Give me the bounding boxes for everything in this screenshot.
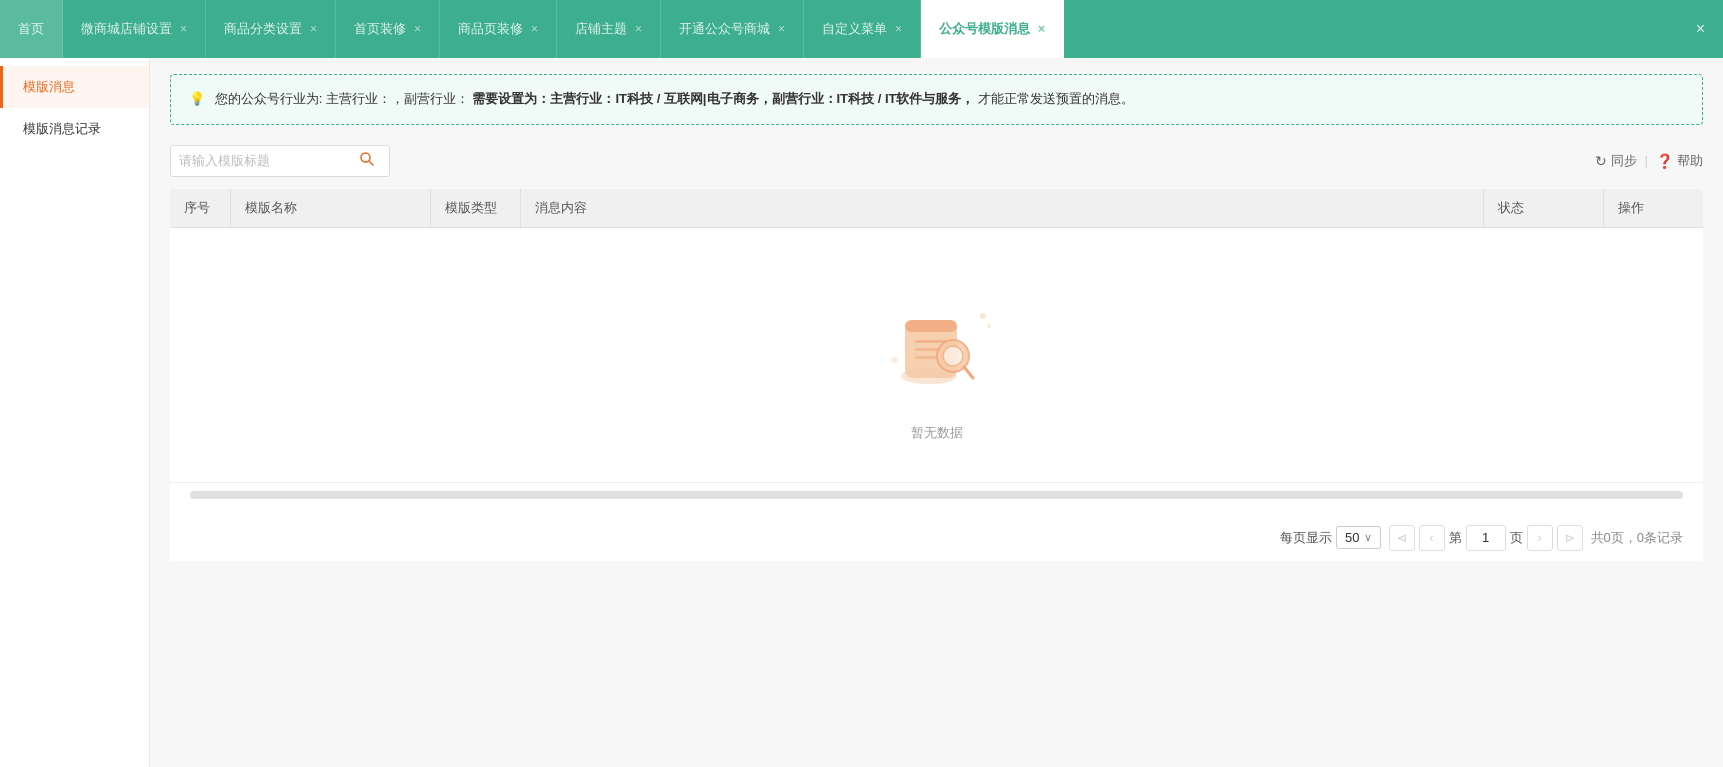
page-size-label: 每页显示 bbox=[1280, 529, 1332, 547]
svg-rect-7 bbox=[915, 356, 937, 359]
svg-point-11 bbox=[980, 313, 986, 319]
tab-wsc-settings-label: 微商城店铺设置 bbox=[81, 20, 172, 38]
tab-shop-theme[interactable]: 店铺主题 × bbox=[557, 0, 661, 58]
close-tab-wsc-settings[interactable]: × bbox=[180, 22, 187, 36]
sync-button[interactable]: ↻ 同步 bbox=[1595, 152, 1637, 170]
svg-line-10 bbox=[964, 367, 973, 378]
close-tab-product-category[interactable]: × bbox=[310, 22, 317, 36]
notice-box: 💡 您的公众号行业为: 主营行业：，副营行业： 需要设置为：主营行业：IT科技 … bbox=[170, 74, 1703, 125]
page-size-value: 50 bbox=[1345, 530, 1359, 545]
notice-prefix: 您的公众号行业为: 主营行业：，副营行业： bbox=[215, 91, 469, 106]
content-area: 💡 您的公众号行业为: 主营行业：，副营行业： 需要设置为：主营行业：IT科技 … bbox=[150, 58, 1723, 767]
col-index: 序号 bbox=[170, 189, 230, 228]
tab-open-mall[interactable]: 开通公众号商城 × bbox=[661, 0, 804, 58]
sidebar-item-template-log[interactable]: 模版消息记录 bbox=[0, 108, 149, 150]
next-page-icon: › bbox=[1538, 531, 1542, 545]
page-size-select: 每页显示 50 ∨ bbox=[1280, 526, 1380, 549]
help-button[interactable]: ❓ 帮助 bbox=[1656, 152, 1703, 170]
action-links: ↻ 同步 | ❓ 帮助 bbox=[1595, 152, 1703, 170]
main-layout: 模版消息 模版消息记录 💡 您的公众号行业为: 主营行业：，副营行业： 需要设置… bbox=[0, 58, 1723, 767]
empty-illustration bbox=[877, 288, 997, 408]
pagination-row: 每页显示 50 ∨ ⊲ ‹ 第 页 bbox=[170, 515, 1703, 561]
data-table: 序号 模版名称 模版类型 消息内容 状态 操作 bbox=[170, 189, 1703, 228]
search-icon[interactable] bbox=[359, 151, 375, 170]
svg-rect-4 bbox=[905, 320, 957, 332]
page-nav: ⊲ ‹ 第 页 › ⊳ bbox=[1389, 525, 1583, 551]
col-type: 模版类型 bbox=[430, 189, 520, 228]
fake-scrollbar[interactable] bbox=[190, 491, 1683, 499]
table-header-row: 序号 模版名称 模版类型 消息内容 状态 操作 bbox=[170, 189, 1703, 228]
tab-shop-theme-label: 店铺主题 bbox=[575, 20, 627, 38]
last-page-icon: ⊳ bbox=[1565, 531, 1575, 545]
svg-rect-5 bbox=[915, 340, 947, 343]
scrollbar-area bbox=[170, 482, 1703, 515]
svg-point-13 bbox=[892, 357, 898, 363]
notice-highlight: 需要设置为：主营行业：IT科技 / 互联网|电子商务，副营行业：IT科技 / I… bbox=[472, 91, 974, 106]
tab-template-msg[interactable]: 公众号模版消息 × bbox=[921, 0, 1064, 58]
tab-home-decor[interactable]: 首页装修 × bbox=[336, 0, 440, 58]
help-label: 帮助 bbox=[1677, 152, 1703, 170]
empty-text: 暂无数据 bbox=[911, 424, 963, 442]
tab-bar: 首页 微商城店铺设置 × 商品分类设置 × 首页装修 × 商品页装修 × 店铺主… bbox=[0, 0, 1723, 58]
search-input-wrap[interactable] bbox=[170, 145, 390, 177]
sync-icon: ↻ bbox=[1595, 153, 1607, 169]
search-row: ↻ 同步 | ❓ 帮助 bbox=[170, 145, 1703, 177]
close-tab-custom-menu[interactable]: × bbox=[895, 22, 902, 36]
tab-product-category[interactable]: 商品分类设置 × bbox=[206, 0, 336, 58]
close-tab-home-decor[interactable]: × bbox=[414, 22, 421, 36]
tab-product-category-label: 商品分类设置 bbox=[224, 20, 302, 38]
close-tab-open-mall[interactable]: × bbox=[778, 22, 785, 36]
col-status: 状态 bbox=[1483, 189, 1603, 228]
page-size-dropdown-icon: ∨ bbox=[1364, 531, 1372, 544]
tab-custom-menu-label: 自定义菜单 bbox=[822, 20, 887, 38]
prev-page-icon: ‹ bbox=[1430, 531, 1434, 545]
next-page-button[interactable]: › bbox=[1527, 525, 1553, 551]
close-tab-template-msg[interactable]: × bbox=[1038, 22, 1045, 36]
table-wrapper: 序号 模版名称 模版类型 消息内容 状态 操作 bbox=[170, 189, 1703, 561]
tab-home-label: 首页 bbox=[18, 20, 44, 38]
svg-line-1 bbox=[370, 162, 374, 166]
page-word-pre: 第 bbox=[1449, 529, 1462, 547]
prev-page-button[interactable]: ‹ bbox=[1419, 525, 1445, 551]
close-tab-product-decor[interactable]: × bbox=[531, 22, 538, 36]
tab-wsc-settings[interactable]: 微商城店铺设置 × bbox=[63, 0, 206, 58]
sidebar-item-template-msg[interactable]: 模版消息 bbox=[0, 66, 149, 108]
svg-point-12 bbox=[987, 324, 991, 328]
tab-home-decor-label: 首页装修 bbox=[354, 20, 406, 38]
last-page-button[interactable]: ⊳ bbox=[1557, 525, 1583, 551]
page-number-input[interactable] bbox=[1466, 525, 1506, 551]
page-size-box[interactable]: 50 ∨ bbox=[1336, 526, 1380, 549]
tab-template-msg-label: 公众号模版消息 bbox=[939, 20, 1030, 38]
svg-point-9 bbox=[943, 346, 963, 366]
svg-point-0 bbox=[361, 153, 370, 162]
close-all-tabs-button[interactable]: × bbox=[1678, 20, 1723, 38]
notice-icon: 💡 bbox=[189, 91, 205, 106]
page-word: 页 bbox=[1510, 529, 1523, 547]
first-page-icon: ⊲ bbox=[1397, 531, 1407, 545]
tab-home[interactable]: 首页 bbox=[0, 0, 63, 58]
tab-open-mall-label: 开通公众号商城 bbox=[679, 20, 770, 38]
sync-label: 同步 bbox=[1611, 152, 1637, 170]
sidebar-item-template-msg-label: 模版消息 bbox=[23, 79, 75, 94]
col-content: 消息内容 bbox=[520, 189, 1483, 228]
tab-custom-menu[interactable]: 自定义菜单 × bbox=[804, 0, 921, 58]
col-name: 模版名称 bbox=[230, 189, 430, 228]
tab-product-decor[interactable]: 商品页装修 × bbox=[440, 0, 557, 58]
empty-state: 暂无数据 bbox=[170, 228, 1703, 482]
help-icon: ❓ bbox=[1656, 153, 1673, 169]
sidebar: 模版消息 模版消息记录 bbox=[0, 58, 150, 767]
action-divider: | bbox=[1645, 153, 1648, 168]
search-input[interactable] bbox=[179, 153, 359, 168]
first-page-button[interactable]: ⊲ bbox=[1389, 525, 1415, 551]
total-info: 共0页，0条记录 bbox=[1591, 529, 1683, 547]
col-action: 操作 bbox=[1603, 189, 1703, 228]
notice-suffix: 才能正常发送预置的消息。 bbox=[978, 91, 1134, 106]
close-tab-shop-theme[interactable]: × bbox=[635, 22, 642, 36]
sidebar-item-template-log-label: 模版消息记录 bbox=[23, 121, 101, 136]
tab-product-decor-label: 商品页装修 bbox=[458, 20, 523, 38]
